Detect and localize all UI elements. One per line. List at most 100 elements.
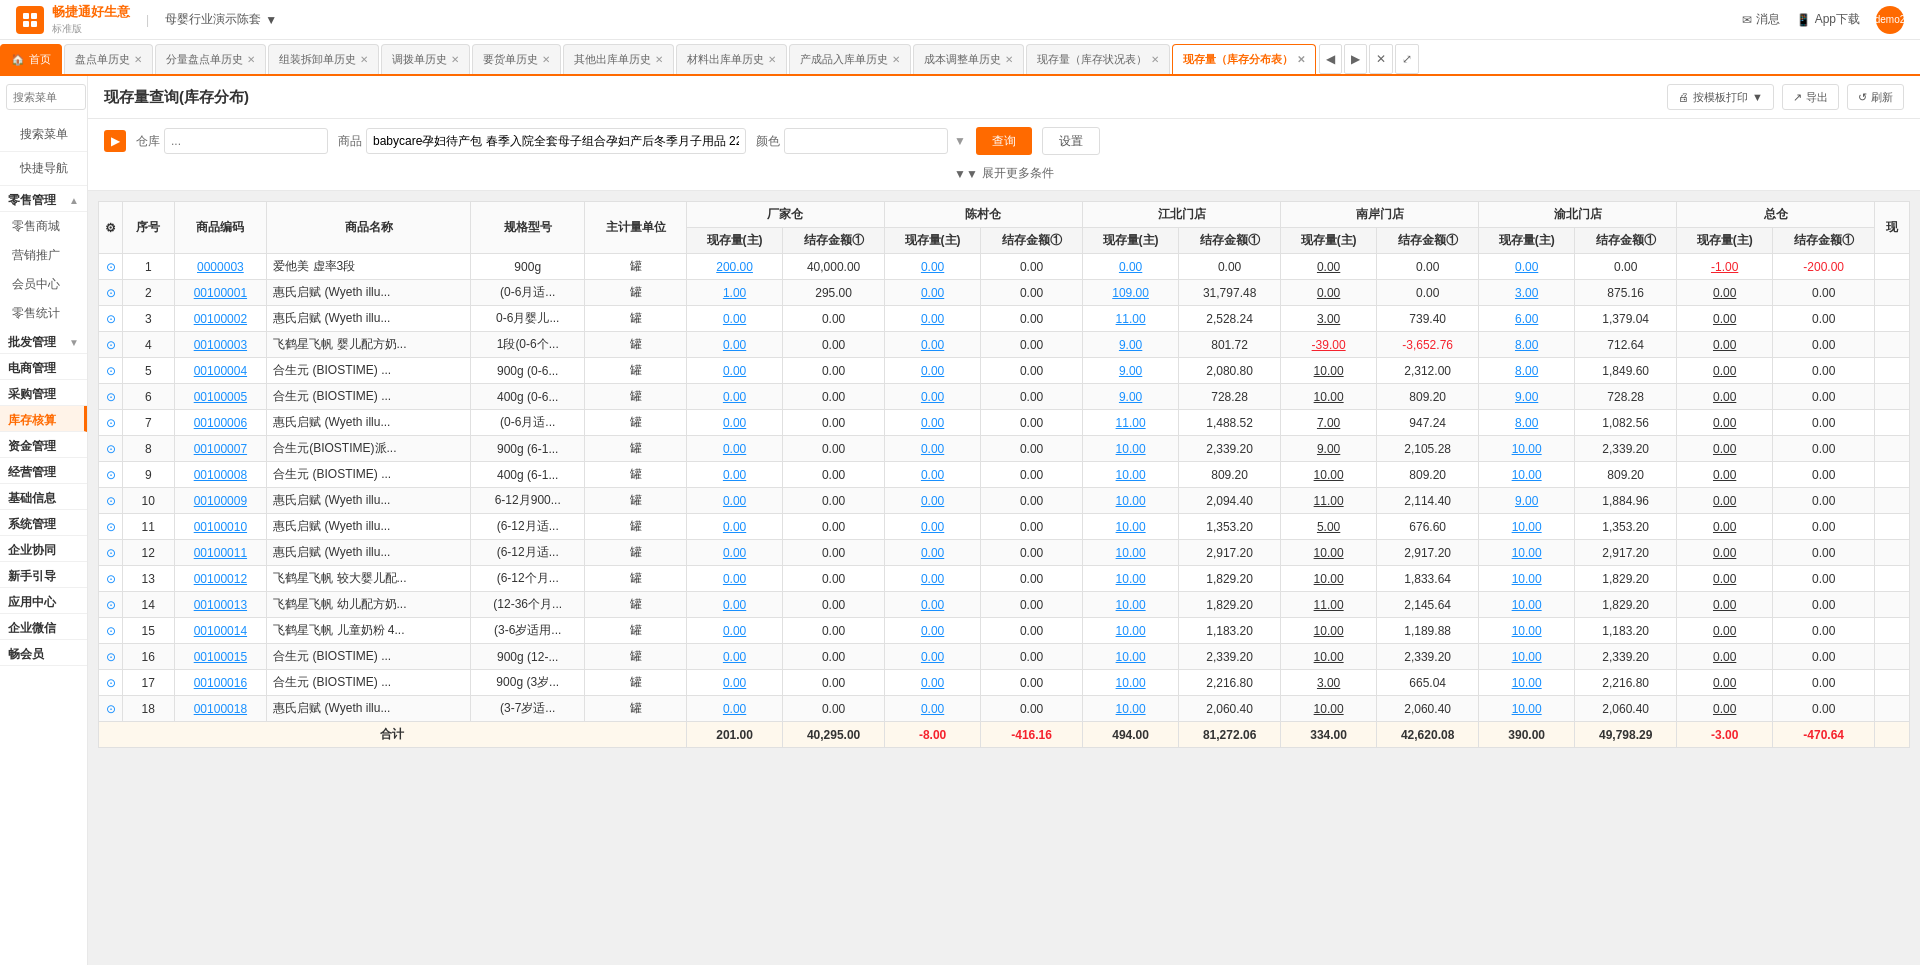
- cell-chencun-qty[interactable]: 0.00: [884, 280, 980, 306]
- product-input[interactable]: [366, 128, 746, 154]
- sidebar-section-retail[interactable]: 零售管理 ▲: [0, 186, 87, 212]
- cell-yubei-qty[interactable]: 10.00: [1479, 592, 1575, 618]
- sidebar-section-ecom[interactable]: 电商管理: [0, 354, 87, 380]
- cell-changjia-qty[interactable]: 0.00: [686, 436, 782, 462]
- cell-gear[interactable]: ⊙: [99, 410, 123, 436]
- tab-close-8[interactable]: ✕: [892, 54, 900, 65]
- cell-chencun-qty[interactable]: 0.00: [884, 254, 980, 280]
- cell-code[interactable]: 0000003: [174, 254, 267, 280]
- cell-zong-qty[interactable]: -1.00: [1677, 254, 1773, 280]
- cell-changjia-qty[interactable]: 0.00: [686, 644, 782, 670]
- cell-chencun-qty[interactable]: 0.00: [884, 592, 980, 618]
- cell-code[interactable]: 00100005: [174, 384, 267, 410]
- cell-chencun-qty[interactable]: 0.00: [884, 644, 980, 670]
- cell-yubei-qty[interactable]: 3.00: [1479, 280, 1575, 306]
- message-btn[interactable]: ✉ 消息: [1742, 11, 1780, 28]
- cell-zong-qty[interactable]: 0.00: [1677, 488, 1773, 514]
- cell-chencun-qty[interactable]: 0.00: [884, 514, 980, 540]
- sidebar-section-guide[interactable]: 新手引导: [0, 562, 87, 588]
- cell-yubei-qty[interactable]: 10.00: [1479, 696, 1575, 722]
- cell-changjia-qty[interactable]: 0.00: [686, 358, 782, 384]
- sidebar-section-system[interactable]: 系统管理: [0, 510, 87, 536]
- sidebar-item-nav[interactable]: 快捷导航: [0, 152, 87, 186]
- cell-gear[interactable]: ⊙: [99, 306, 123, 332]
- tab-close-10[interactable]: ✕: [1151, 54, 1159, 65]
- cell-nanan-qty[interactable]: 3.00: [1281, 306, 1377, 332]
- cell-jiangbei-qty[interactable]: 9.00: [1083, 332, 1179, 358]
- cell-gear[interactable]: ⊙: [99, 540, 123, 566]
- tab-1[interactable]: 盘点单历史 ✕: [64, 44, 153, 74]
- tab-8[interactable]: 产成品入库单历史 ✕: [789, 44, 911, 74]
- cell-yubei-qty[interactable]: 10.00: [1479, 540, 1575, 566]
- sidebar-item-member[interactable]: 会员中心: [0, 270, 87, 299]
- cell-jiangbei-qty[interactable]: 0.00: [1083, 254, 1179, 280]
- cell-yubei-qty[interactable]: 10.00: [1479, 462, 1575, 488]
- sidebar-section-enterprise[interactable]: 企业协同: [0, 536, 87, 562]
- cell-chencun-qty[interactable]: 0.00: [884, 566, 980, 592]
- warehouse-input[interactable]: [164, 128, 328, 154]
- cell-zong-qty[interactable]: 0.00: [1677, 540, 1773, 566]
- tab-close-all-btn[interactable]: ✕: [1369, 44, 1393, 74]
- cell-nanan-qty[interactable]: 10.00: [1281, 462, 1377, 488]
- cell-changjia-qty[interactable]: 0.00: [686, 566, 782, 592]
- cell-gear[interactable]: ⊙: [99, 436, 123, 462]
- cell-jiangbei-qty[interactable]: 10.00: [1083, 514, 1179, 540]
- sidebar-section-wechat[interactable]: 企业微信: [0, 614, 87, 640]
- cell-jiangbei-qty[interactable]: 10.00: [1083, 618, 1179, 644]
- cell-chencun-qty[interactable]: 0.00: [884, 696, 980, 722]
- cell-jiangbei-qty[interactable]: 10.00: [1083, 670, 1179, 696]
- cell-yubei-qty[interactable]: 10.00: [1479, 644, 1575, 670]
- cell-nanan-qty[interactable]: 7.00: [1281, 410, 1377, 436]
- sidebar-section-apps[interactable]: 应用中心: [0, 588, 87, 614]
- cell-yubei-qty[interactable]: 10.00: [1479, 514, 1575, 540]
- cell-yubei-qty[interactable]: 8.00: [1479, 410, 1575, 436]
- cell-changjia-qty[interactable]: 0.00: [686, 384, 782, 410]
- cell-gear[interactable]: ⊙: [99, 618, 123, 644]
- cell-changjia-qty[interactable]: 1.00: [686, 280, 782, 306]
- cell-chencun-qty[interactable]: 0.00: [884, 462, 980, 488]
- cell-yubei-qty[interactable]: 10.00: [1479, 618, 1575, 644]
- tab-2[interactable]: 分量盘点单历史 ✕: [155, 44, 266, 74]
- cell-zong-qty[interactable]: 0.00: [1677, 670, 1773, 696]
- sidebar-section-inventory[interactable]: 库存核算: [0, 406, 87, 432]
- sidebar-section-operation[interactable]: 经营管理: [0, 458, 87, 484]
- cell-chencun-qty[interactable]: 0.00: [884, 488, 980, 514]
- sidebar-item-search[interactable]: 搜索菜单: [0, 118, 87, 152]
- cell-zong-qty[interactable]: 0.00: [1677, 436, 1773, 462]
- cell-code[interactable]: 00100007: [174, 436, 267, 462]
- cell-nanan-qty[interactable]: 10.00: [1281, 384, 1377, 410]
- cell-chencun-qty[interactable]: 0.00: [884, 306, 980, 332]
- cell-jiangbei-qty[interactable]: 11.00: [1083, 306, 1179, 332]
- tab-close-11[interactable]: ✕: [1297, 54, 1305, 65]
- cell-yubei-qty[interactable]: 0.00: [1479, 254, 1575, 280]
- cell-gear[interactable]: ⊙: [99, 462, 123, 488]
- cell-code[interactable]: 00100004: [174, 358, 267, 384]
- cell-nanan-qty[interactable]: -39.00: [1281, 332, 1377, 358]
- cell-changjia-qty[interactable]: 0.00: [686, 462, 782, 488]
- cell-zong-qty[interactable]: 0.00: [1677, 644, 1773, 670]
- cell-code[interactable]: 00100001: [174, 280, 267, 306]
- tab-close-1[interactable]: ✕: [134, 54, 142, 65]
- cell-nanan-qty[interactable]: 3.00: [1281, 670, 1377, 696]
- cell-changjia-qty[interactable]: 0.00: [686, 514, 782, 540]
- cell-gear[interactable]: ⊙: [99, 332, 123, 358]
- tab-expand-btn[interactable]: ⤢: [1395, 44, 1419, 74]
- cell-changjia-qty[interactable]: 0.00: [686, 696, 782, 722]
- tab-close-7[interactable]: ✕: [768, 54, 776, 65]
- cell-zong-qty[interactable]: 0.00: [1677, 618, 1773, 644]
- cell-zong-qty[interactable]: 0.00: [1677, 514, 1773, 540]
- refresh-button[interactable]: ↺ 刷新: [1847, 84, 1904, 110]
- cell-code[interactable]: 00100013: [174, 592, 267, 618]
- tab-9[interactable]: 成本调整单历史 ✕: [913, 44, 1024, 74]
- cell-code[interactable]: 00100008: [174, 462, 267, 488]
- query-button[interactable]: 查询: [976, 127, 1032, 155]
- cell-code[interactable]: 00100015: [174, 644, 267, 670]
- cell-changjia-qty[interactable]: 0.00: [686, 410, 782, 436]
- tab-close-4[interactable]: ✕: [451, 54, 459, 65]
- cell-gear[interactable]: ⊙: [99, 254, 123, 280]
- tab-5[interactable]: 要货单历史 ✕: [472, 44, 561, 74]
- avatar[interactable]: demo2: [1876, 6, 1904, 34]
- tab-close-2[interactable]: ✕: [247, 54, 255, 65]
- cell-gear[interactable]: ⊙: [99, 358, 123, 384]
- settings-button[interactable]: 设置: [1042, 127, 1100, 155]
